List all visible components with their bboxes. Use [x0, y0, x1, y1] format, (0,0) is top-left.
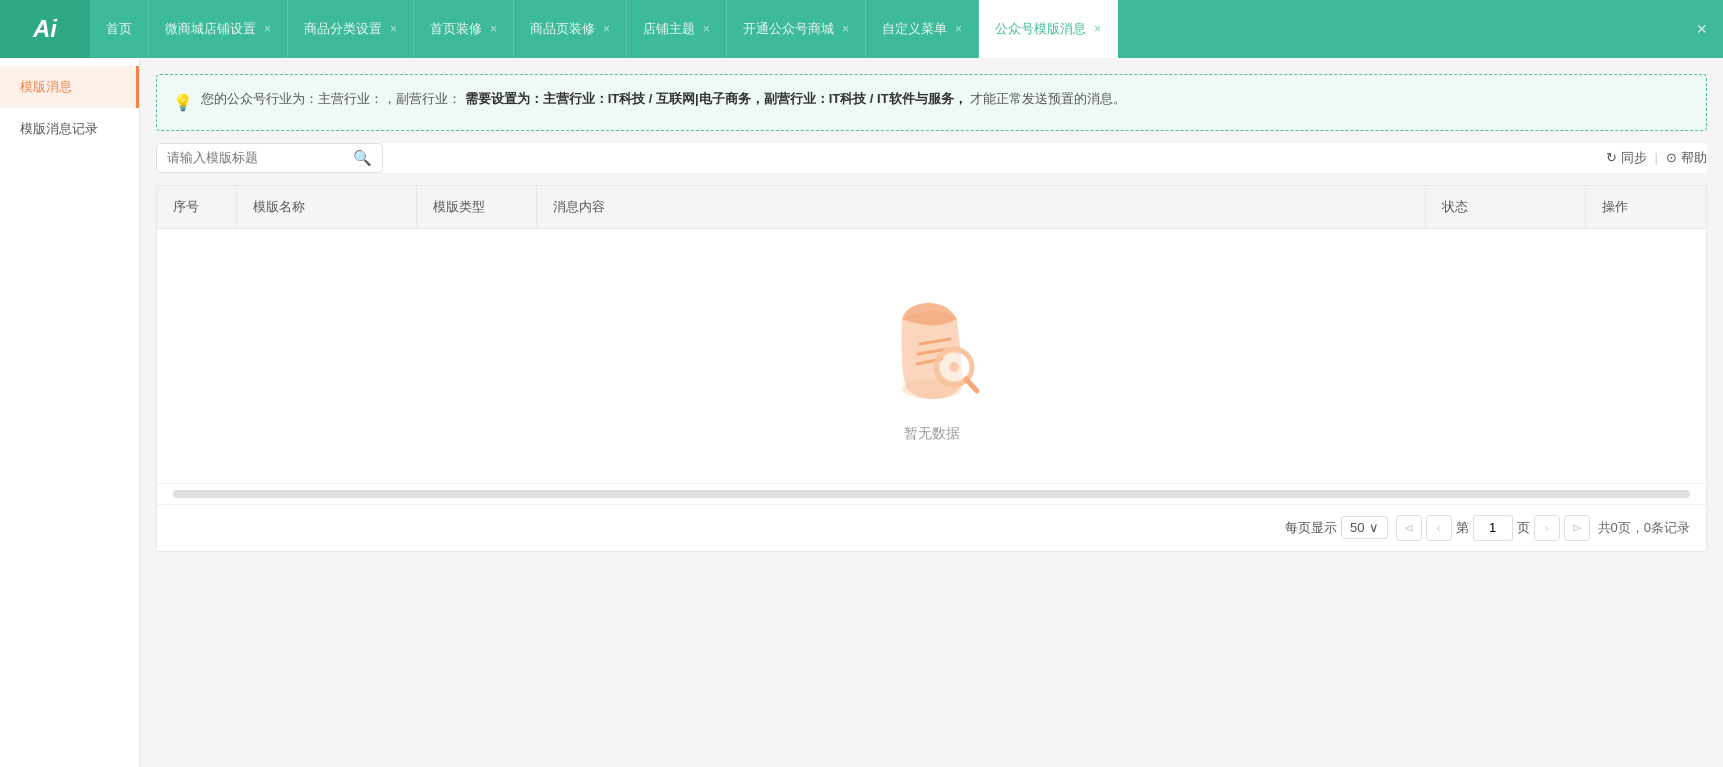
- search-input[interactable]: [167, 150, 347, 165]
- page-number-input[interactable]: [1473, 515, 1513, 541]
- tab-close-goods-decor[interactable]: ×: [603, 22, 610, 36]
- nav-tab-template-msg[interactable]: 公众号模版消息×: [979, 0, 1118, 58]
- tab-close-homepage-decor[interactable]: ×: [490, 22, 497, 36]
- table-header-content: 消息内容: [537, 186, 1426, 228]
- total-info: 共0页，0条记录: [1598, 519, 1690, 537]
- help-icon: ⊙: [1666, 150, 1677, 165]
- nav-tab-wsc-shop[interactable]: 微商城店铺设置×: [149, 0, 288, 58]
- page-nav: ⊲ ‹ 第 页 › ⊳: [1396, 515, 1590, 541]
- table-header-name: 模版名称: [237, 186, 417, 228]
- scrollbar-area[interactable]: [157, 483, 1706, 504]
- table-header: 序号模版名称模版类型消息内容状态操作: [157, 186, 1706, 229]
- sync-button[interactable]: ↻ 同步: [1606, 149, 1647, 167]
- nav-tab-goods-category[interactable]: 商品分类设置×: [288, 0, 414, 58]
- horizontal-scrollbar[interactable]: [173, 490, 1690, 498]
- table-header-status: 状态: [1426, 186, 1586, 228]
- svg-point-7: [949, 362, 959, 372]
- main-layout: 模版消息模版消息记录 💡 您的公众号行业为：主营行业：，副营行业： 需要设置为：…: [0, 58, 1723, 767]
- last-page-button[interactable]: ⊳: [1564, 515, 1590, 541]
- nav-tab-homepage-decor[interactable]: 首页装修×: [414, 0, 514, 58]
- toolbar-right: ↻ 同步 | ⊙ 帮助: [1606, 149, 1707, 167]
- search-box: 🔍: [156, 143, 383, 173]
- tab-close-custom-menu[interactable]: ×: [955, 22, 962, 36]
- nav-tab-custom-menu[interactable]: 自定义菜单×: [866, 0, 979, 58]
- close-all-tabs-button[interactable]: ×: [1680, 19, 1723, 40]
- table-header-action: 操作: [1586, 186, 1706, 228]
- tab-close-shop-theme[interactable]: ×: [703, 22, 710, 36]
- page-size-dropdown[interactable]: 50 ∨: [1341, 516, 1387, 539]
- toolbar: 🔍 ↻ 同步 | ⊙ 帮助: [156, 143, 1707, 173]
- nav-tab-open-mall[interactable]: 开通公众号商城×: [727, 0, 866, 58]
- sidebar: 模版消息模版消息记录: [0, 58, 140, 767]
- page-size-label: 每页显示: [1285, 519, 1337, 537]
- tab-close-template-msg[interactable]: ×: [1094, 22, 1101, 36]
- first-page-button[interactable]: ⊲: [1396, 515, 1422, 541]
- content-area: 💡 您的公众号行业为：主营行业：，副营行业： 需要设置为：主营行业：IT科技 /…: [140, 58, 1723, 767]
- nav-tab-home[interactable]: 首页: [90, 0, 149, 58]
- empty-state: 暂无数据: [157, 229, 1706, 483]
- nav-tab-goods-decor[interactable]: 商品页装修×: [514, 0, 627, 58]
- app-logo: Ai: [0, 0, 90, 58]
- chevron-down-icon: ∨: [1369, 520, 1379, 535]
- table-header-type: 模版类型: [417, 186, 537, 228]
- page-label-prefix: 第: [1456, 519, 1469, 537]
- prev-page-button[interactable]: ‹: [1426, 515, 1452, 541]
- nav-tab-shop-theme[interactable]: 店铺主题×: [627, 0, 727, 58]
- table-header-index: 序号: [157, 186, 237, 228]
- tab-close-open-mall[interactable]: ×: [842, 22, 849, 36]
- next-page-button[interactable]: ›: [1534, 515, 1560, 541]
- help-button[interactable]: ⊙ 帮助: [1666, 149, 1707, 167]
- top-nav: Ai 首页微商城店铺设置×商品分类设置×首页装修×商品页装修×店铺主题×开通公众…: [0, 0, 1723, 58]
- pagination: 每页显示 50 ∨ ⊲ ‹ 第 页 › ⊳ 共0页，0条记录: [157, 504, 1706, 551]
- divider: |: [1655, 150, 1658, 165]
- sidebar-item-template-msg-record[interactable]: 模版消息记录: [0, 108, 139, 150]
- data-table: 序号模版名称模版类型消息内容状态操作: [156, 185, 1707, 552]
- sync-icon: ↻: [1606, 150, 1617, 165]
- page-size-select: 每页显示 50 ∨: [1285, 516, 1387, 539]
- notice-text: 您的公众号行业为：主营行业：，副营行业： 需要设置为：主营行业：IT科技 / 互…: [201, 89, 1126, 110]
- search-button[interactable]: 🔍: [353, 149, 372, 167]
- empty-text: 暂无数据: [904, 425, 960, 443]
- sidebar-item-template-msg[interactable]: 模版消息: [0, 66, 139, 108]
- tab-close-wsc-shop[interactable]: ×: [264, 22, 271, 36]
- notice-box: 💡 您的公众号行业为：主营行业：，副营行业： 需要设置为：主营行业：IT科技 /…: [156, 74, 1707, 131]
- nav-tabs: 首页微商城店铺设置×商品分类设置×首页装修×商品页装修×店铺主题×开通公众号商城…: [90, 0, 1680, 58]
- tab-close-goods-category[interactable]: ×: [390, 22, 397, 36]
- notice-icon: 💡: [173, 90, 193, 116]
- notice-highlight: 需要设置为：主营行业：IT科技 / 互联网|电子商务，副营行业：IT科技 / I…: [465, 91, 967, 106]
- page-label-suffix: 页: [1517, 519, 1530, 537]
- empty-icon: [872, 289, 992, 409]
- page-size-value: 50: [1350, 520, 1364, 535]
- svg-line-6: [966, 379, 977, 391]
